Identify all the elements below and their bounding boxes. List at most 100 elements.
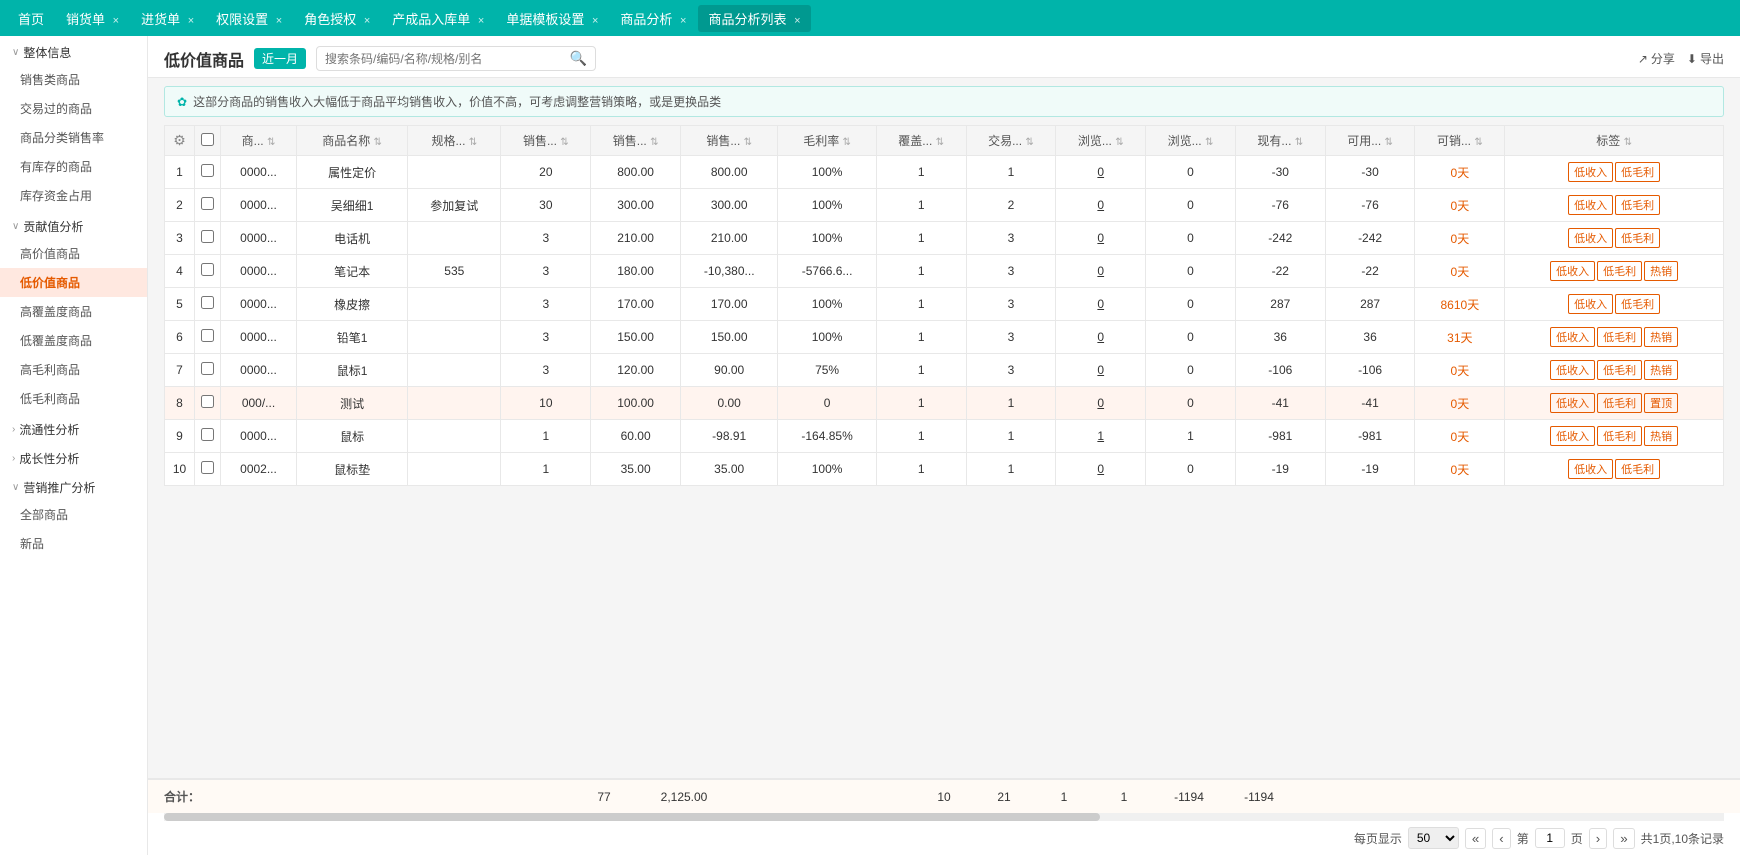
row-checkbox[interactable] (201, 296, 214, 309)
first-page-btn[interactable]: « (1465, 828, 1486, 849)
col-browse2[interactable]: 浏览... ⇅ (1146, 126, 1236, 156)
nav-purchase[interactable]: 进货单 × (131, 5, 204, 32)
row-checkbox-cell[interactable] (195, 387, 221, 420)
sidebar-section-growth[interactable]: › 成长性分析 (0, 442, 147, 471)
nav-product-analysis-list-close[interactable]: × (794, 15, 800, 27)
search-input[interactable] (325, 52, 566, 66)
row-browse1[interactable]: 0 (1056, 255, 1146, 288)
col-available[interactable]: 可用... ⇅ (1325, 126, 1415, 156)
nav-product-stock[interactable]: 产成品入库单 × (382, 5, 494, 32)
share-button[interactable]: ↗ 分享 (1638, 50, 1675, 67)
sidebar-section-overall[interactable]: ∨ 整体信息 (0, 36, 147, 65)
browse-link[interactable]: 0 (1097, 462, 1104, 476)
row-browse1[interactable]: 0 (1056, 288, 1146, 321)
nav-permissions-close[interactable]: × (276, 15, 282, 27)
filter-tag-month[interactable]: 近一月 (254, 48, 306, 69)
settings-col-header[interactable]: ⚙ (165, 126, 195, 156)
row-checkbox-cell[interactable] (195, 255, 221, 288)
sidebar-item-high-value[interactable]: 高价值商品 (0, 239, 147, 268)
nav-permissions[interactable]: 权限设置 × (206, 5, 292, 32)
col-saleable[interactable]: 可销... ⇅ (1415, 126, 1505, 156)
sidebar-item-sales-products[interactable]: 销售类商品 (0, 65, 147, 94)
sidebar-section-circulation[interactable]: › 流通性分析 (0, 413, 147, 442)
row-checkbox[interactable] (201, 263, 214, 276)
col-browse1[interactable]: 浏览... ⇅ (1056, 126, 1146, 156)
row-browse1[interactable]: 0 (1056, 222, 1146, 255)
browse-link[interactable]: 0 (1097, 198, 1104, 212)
export-button[interactable]: ⬇ 导出 (1687, 50, 1724, 67)
nav-role-auth-close[interactable]: × (364, 15, 370, 27)
col-spec[interactable]: 规格... ⇅ (408, 126, 501, 156)
col-sale2[interactable]: 销售... ⇅ (681, 126, 778, 156)
nav-product-stock-close[interactable]: × (478, 15, 484, 27)
col-stock1[interactable]: 现有... ⇅ (1235, 126, 1325, 156)
col-gross[interactable]: 毛利率 ⇅ (778, 126, 876, 156)
prev-page-btn[interactable]: ‹ (1492, 828, 1510, 849)
page-size-select[interactable]: 50 100 200 (1408, 827, 1459, 849)
last-page-btn[interactable]: » (1613, 828, 1634, 849)
row-checkbox-cell[interactable] (195, 453, 221, 486)
row-checkbox[interactable] (201, 362, 214, 375)
row-browse1[interactable]: 0 (1056, 387, 1146, 420)
sidebar-item-low-coverage[interactable]: 低覆盖度商品 (0, 326, 147, 355)
browse-link[interactable]: 0 (1097, 396, 1104, 410)
col-name[interactable]: 商品名称 ⇅ (296, 126, 407, 156)
row-checkbox[interactable] (201, 461, 214, 474)
row-checkbox-cell[interactable] (195, 222, 221, 255)
sidebar-section-contribution[interactable]: ∨ 贡献值分析 (0, 210, 147, 239)
row-checkbox-cell[interactable] (195, 189, 221, 222)
nav-product-analysis[interactable]: 商品分析 × (610, 5, 696, 32)
col-coverage[interactable]: 覆盖... ⇅ (876, 126, 966, 156)
select-all-checkbox[interactable] (201, 133, 214, 146)
browse-link[interactable]: 1 (1097, 429, 1104, 443)
row-browse1[interactable]: 0 (1056, 189, 1146, 222)
row-checkbox[interactable] (201, 230, 214, 243)
browse-link[interactable]: 0 (1097, 231, 1104, 245)
current-page-input[interactable] (1535, 828, 1565, 848)
row-checkbox-cell[interactable] (195, 288, 221, 321)
browse-link[interactable]: 0 (1097, 264, 1104, 278)
col-qty[interactable]: 销售... ⇅ (501, 126, 591, 156)
nav-role-auth[interactable]: 角色授权 × (294, 5, 380, 32)
nav-template-settings[interactable]: 单据模板设置 × (496, 5, 608, 32)
row-checkbox-cell[interactable] (195, 156, 221, 189)
sidebar-item-new-products[interactable]: 新品 (0, 529, 147, 558)
sidebar-item-low-margin[interactable]: 低毛利商品 (0, 384, 147, 413)
row-checkbox[interactable] (201, 428, 214, 441)
col-sale1[interactable]: 销售... ⇅ (591, 126, 681, 156)
col-code[interactable]: 商... ⇅ (221, 126, 297, 156)
browse-link[interactable]: 0 (1097, 165, 1104, 179)
nav-sales[interactable]: 销货单 × (56, 5, 129, 32)
row-checkbox-cell[interactable] (195, 420, 221, 453)
sidebar-item-stock-funds[interactable]: 库存资金占用 (0, 181, 147, 210)
row-browse1[interactable]: 0 (1056, 354, 1146, 387)
row-browse1[interactable]: 0 (1056, 321, 1146, 354)
col-trade[interactable]: 交易... ⇅ (966, 126, 1056, 156)
col-tags[interactable]: 标签 ⇅ (1505, 126, 1724, 156)
sidebar-item-high-margin[interactable]: 高毛利商品 (0, 355, 147, 384)
sidebar-item-category-sales[interactable]: 商品分类销售率 (0, 123, 147, 152)
browse-link[interactable]: 0 (1097, 297, 1104, 311)
nav-home[interactable]: 首页 (8, 5, 54, 32)
sidebar-item-stock-products[interactable]: 有库存的商品 (0, 152, 147, 181)
nav-sales-close[interactable]: × (113, 15, 119, 27)
row-checkbox[interactable] (201, 395, 214, 408)
browse-link[interactable]: 0 (1097, 363, 1104, 377)
row-checkbox-cell[interactable] (195, 354, 221, 387)
row-browse1[interactable]: 0 (1056, 453, 1146, 486)
nav-template-settings-close[interactable]: × (592, 15, 598, 27)
sidebar-item-all-products[interactable]: 全部商品 (0, 500, 147, 529)
next-page-btn[interactable]: › (1589, 828, 1607, 849)
sidebar-item-high-coverage[interactable]: 高覆盖度商品 (0, 297, 147, 326)
sidebar-item-traded-products[interactable]: 交易过的商品 (0, 94, 147, 123)
select-all-header[interactable] (195, 126, 221, 156)
row-checkbox[interactable] (201, 329, 214, 342)
row-checkbox[interactable] (201, 197, 214, 210)
row-checkbox[interactable] (201, 164, 214, 177)
row-browse1[interactable]: 0 (1056, 156, 1146, 189)
row-checkbox-cell[interactable] (195, 321, 221, 354)
browse-link[interactable]: 0 (1097, 330, 1104, 344)
nav-purchase-close[interactable]: × (188, 15, 194, 27)
nav-product-analysis-close[interactable]: × (680, 15, 686, 27)
row-browse1[interactable]: 1 (1056, 420, 1146, 453)
